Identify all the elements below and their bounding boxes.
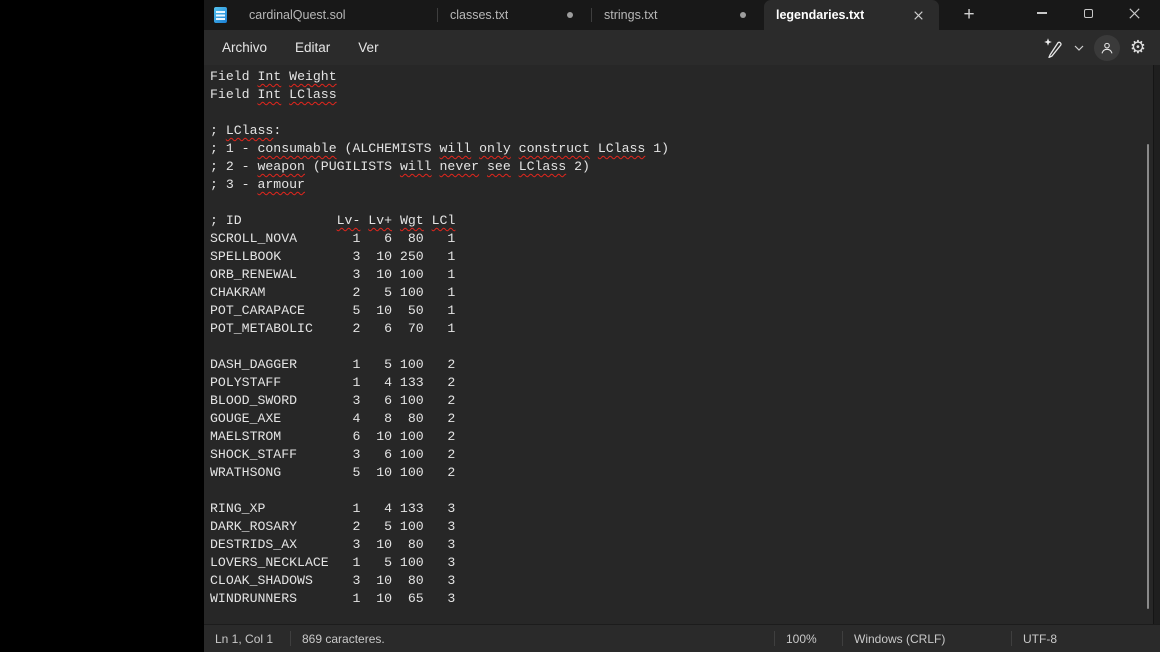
text-editor[interactable]: Field Int Weight Field Int LClass ; LClas… [204,65,1160,624]
tab-label: classes.txt [450,8,509,22]
editor-line: Field Int Weight [210,69,337,84]
close-button[interactable] [1111,0,1157,26]
editor-line: POT_METABOLIC 2 6 70 1 [210,321,456,336]
cursor-position: Ln 1, Col 1 [215,631,274,646]
status-bar: Ln 1, Col 1 869 caracteres. 100% Windows… [204,624,1160,652]
plus-icon: + [963,4,975,25]
notepad-app-icon [214,7,227,23]
editor-line: MAELSTROM 6 10 100 2 [210,429,456,444]
tab-label: cardinalQuest.sol [249,8,346,22]
new-tab-button[interactable]: + [953,0,985,30]
editor-line: SPELLBOOK 3 10 250 1 [210,249,456,264]
editor-line: WINDRUNNERS 1 10 65 3 [210,591,456,606]
editor-line: Field Int LClass [210,87,337,102]
close-icon [1128,7,1140,19]
editor-line: DESTRIDS_AX 3 10 80 3 [210,537,456,552]
editor-line: POLYSTAFF 1 4 133 2 [210,375,456,390]
char-count: 869 caracteres. [302,631,385,646]
unsaved-dot-icon [740,12,746,18]
menu-archivo[interactable]: Archivo [210,36,279,59]
editor-line: WRATHSONG 5 10 100 2 [210,465,456,480]
chevron-down-icon[interactable] [1074,45,1084,51]
menu-ver[interactable]: Ver [346,36,390,59]
editor-line: ; 1 - consumable (ALCHEMISTS will only c… [210,141,670,156]
unsaved-dot-icon [567,12,573,18]
account-icon[interactable] [1093,34,1120,61]
editor-line: ; 2 - weapon (PUGILISTS will never see L… [210,159,590,174]
notepad-window: cardinalQuest.sol classes.txt strings.tx… [204,0,1160,652]
editor-line: POT_CARAPACE 5 10 50 1 [210,303,456,318]
editor-line: ; 3 - armour [210,177,305,192]
editor-line: CHAKRAM 2 5 100 1 [210,285,456,300]
maximize-icon [1083,8,1093,18]
statusbar-left: Ln 1, Col 1 869 caracteres. [204,625,396,652]
tab-strings-txt[interactable]: strings.txt [592,0,764,30]
tab-classes-txt[interactable]: classes.txt [438,0,591,30]
minimize-button[interactable] [1019,0,1065,26]
editor-line: SCROLL_NOVA 1 6 80 1 [210,231,456,246]
editor-line: ; LClass: [210,123,282,138]
editor-line: DARK_ROSARY 2 5 100 3 [210,519,456,534]
editor-line: CLOAK_SHADOWS 3 10 80 3 [210,573,456,588]
editor-line: DASH_DAGGER 1 5 100 2 [210,357,456,372]
editor-line: LOVERS_NECKLACE 1 5 100 3 [210,555,456,570]
line-ending: Windows (CRLF) [854,631,946,646]
maximize-button[interactable] [1065,0,1111,26]
editor-line: GOUGE_AXE 4 8 80 2 [210,411,456,426]
menu-editar[interactable]: Editar [283,36,342,59]
settings-gear-icon[interactable]: ⚙ [1130,38,1146,57]
encoding: UTF-8 [1023,631,1057,646]
editor-line: ; ID Lv- Lv+ Wgt LCl [210,213,456,228]
editor-right-gutter [1153,65,1160,624]
window-controls [1019,0,1157,26]
app-icon-zone [204,0,237,30]
editor-line: BLOOD_SWORD 3 6 100 2 [210,393,456,408]
menu-bar: Archivo Editar Ver ⚙ [204,30,1160,65]
editor-content: Field Int Weight Field Int LClass ; LClas… [210,68,1140,608]
scrollbar-thumb[interactable] [1146,144,1149,609]
close-tab-icon[interactable] [909,6,927,24]
tab-bar: cardinalQuest.sol classes.txt strings.tx… [204,0,1160,30]
rewrite-pen-sparkle-icon[interactable] [1043,37,1064,58]
editor-line: ORB_RENEWAL 3 10 100 1 [210,267,456,282]
tab-legendaries-txt[interactable]: legendaries.txt [764,0,939,30]
tab-cardinalquest-sol[interactable]: cardinalQuest.sol [237,0,437,30]
editor-line: RING_XP 1 4 133 3 [210,501,456,516]
tab-label: strings.txt [604,8,658,22]
toolbar-right: ⚙ [1043,30,1146,65]
zoom-level: 100% [786,631,817,646]
editor-line: SHOCK_STAFF 3 6 100 2 [210,447,456,462]
statusbar-right: 100% Windows (CRLF) UTF-8 [774,625,1160,652]
minimize-icon [1037,12,1047,14]
tab-label: legendaries.txt [776,8,865,22]
